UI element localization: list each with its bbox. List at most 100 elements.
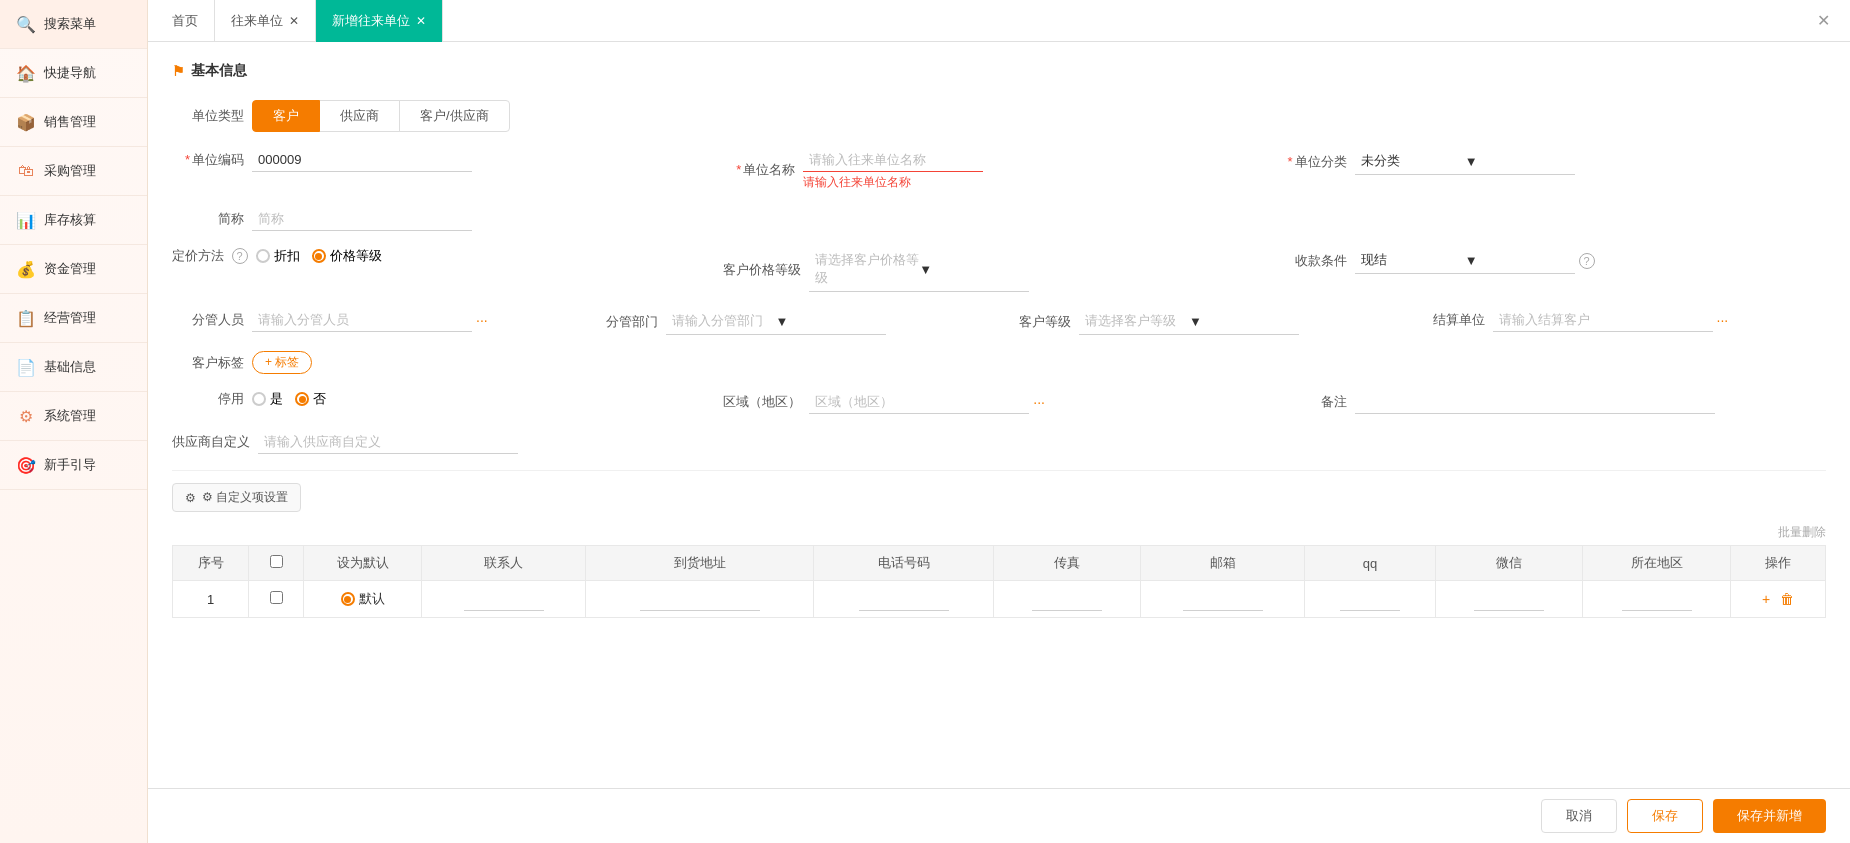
cell-address[interactable] [585,581,813,618]
settlement-unit-input[interactable] [1493,308,1713,332]
customer-level-select[interactable]: 请选择客户等级 ▼ [1079,308,1299,335]
sidebar-item-search[interactable]: 🔍 搜索菜单 [0,0,147,49]
disabled-radio-group: 是 否 [252,390,326,408]
cell-qq[interactable] [1304,581,1435,618]
chevron-down-icon2: ▼ [919,262,1023,277]
cancel-button[interactable]: 取消 [1541,799,1617,833]
cell-seq: 1 [173,581,249,618]
cell-contact[interactable] [422,581,586,618]
supplier-custom-input[interactable] [258,430,518,454]
default-radio[interactable]: 默认 [314,590,411,608]
window-close-button[interactable]: ✕ [1805,11,1842,30]
sidebar-item-sales[interactable]: 📦 销售管理 [0,98,147,147]
cell-phone[interactable] [814,581,994,618]
custom-settings-button[interactable]: ⚙ ⚙ 自定义项设置 [172,483,301,512]
unit-name-input[interactable] [803,148,983,172]
short-name-label: 简称 [172,210,252,228]
email-input[interactable] [1183,587,1263,611]
batch-delete-area: 批量删除 [172,524,1826,541]
default-label: 默认 [359,590,385,608]
sidebar-item-purchase[interactable]: 🛍 采购管理 [0,147,147,196]
tab-partners-label: 往来单位 [231,12,283,30]
radio-no-label: 否 [313,390,326,408]
phone-input[interactable] [859,587,949,611]
tab-partners[interactable]: 往来单位 ✕ [215,0,316,42]
manager-ellipsis-btn[interactable]: ··· [472,312,492,328]
unit-code-input[interactable] [252,148,472,172]
radio-yes[interactable]: 是 [252,390,283,408]
system-icon: ⚙ [16,406,36,426]
supplier-custom-label: 供应商自定义 [172,433,258,451]
contact-input[interactable] [464,587,544,611]
supplier-custom-field: 供应商自定义 [172,430,1826,454]
radio-no[interactable]: 否 [295,390,326,408]
region-input[interactable] [1622,587,1692,611]
tab-new-partner[interactable]: 新增往来单位 ✕ [316,0,443,42]
sidebar-item-label: 库存核算 [44,211,96,229]
select-all-checkbox[interactable] [270,555,283,568]
tab-partners-close[interactable]: ✕ [289,14,299,28]
col-default: 设为默认 [304,546,422,581]
chevron-down-icon: ▼ [1465,154,1569,169]
area-input[interactable] [809,390,1029,414]
remarks-field: 备注 [1275,390,1826,414]
sidebar-item-finance[interactable]: 💰 资金管理 [0,245,147,294]
area-ellipsis-btn[interactable]: ··· [1029,394,1049,410]
payment-terms-select[interactable]: 现结 ▼ [1355,247,1575,274]
remarks-input[interactable] [1355,390,1715,414]
sidebar-item-operations[interactable]: 📋 经营管理 [0,294,147,343]
settlement-unit-field: 结算单位 ··· [1413,308,1827,332]
manager-input[interactable] [252,308,472,332]
col-qq: qq [1304,546,1435,581]
settlement-ellipsis-btn[interactable]: ··· [1713,312,1733,328]
tab-new-partner-close[interactable]: ✕ [416,14,426,28]
pricing-method-field: 定价方法 ? 折扣 价格等级 [172,247,723,265]
type-btn-customer[interactable]: 客户 [252,100,320,132]
pricing-help-icon[interactable]: ? [232,248,248,264]
sidebar-item-label: 新手引导 [44,456,96,474]
unit-code-label: *单位编码 [172,151,252,169]
unit-type-label: 单位类型 [172,107,252,125]
unit-category-select[interactable]: 未分类 ▼ [1355,148,1575,175]
default-radio-circle [341,592,355,606]
type-btn-both[interactable]: 客户/供应商 [399,100,510,132]
fax-input[interactable] [1032,587,1102,611]
sidebar-item-label: 经营管理 [44,309,96,327]
delete-row-btn[interactable]: 🗑 [1777,591,1797,607]
wechat-input[interactable] [1474,587,1544,611]
cell-fax[interactable] [993,581,1140,618]
tab-home[interactable]: 首页 [156,0,215,42]
department-label: 分管部门 [586,313,666,331]
payment-help-icon[interactable]: ? [1579,253,1595,269]
inventory-icon: 📊 [16,210,36,230]
type-btn-supplier[interactable]: 供应商 [319,100,400,132]
save-and-new-button[interactable]: 保存并新增 [1713,799,1826,833]
sidebar-item-basics[interactable]: 📄 基础信息 [0,343,147,392]
customer-price-level-select[interactable]: 请选择客户价格等级 ▼ [809,247,1029,292]
department-select[interactable]: 请输入分管部门 ▼ [666,308,886,335]
sidebar-item-quick-nav[interactable]: 🏠 快捷导航 [0,49,147,98]
save-button[interactable]: 保存 [1627,799,1703,833]
address-input[interactable] [640,587,760,611]
add-tag-button[interactable]: + 标签 [252,351,312,374]
tab-bar: 首页 往来单位 ✕ 新增往来单位 ✕ ✕ [148,0,1850,42]
add-row-btn[interactable]: + [1759,591,1773,607]
row-pricing: 定价方法 ? 折扣 价格等级 客户价格等级 [172,247,1826,292]
payment-terms-field: 收款条件 现结 ▼ ? [1275,247,1826,274]
gear-icon: ⚙ [185,491,196,505]
sidebar-item-inventory[interactable]: 📊 库存核算 [0,196,147,245]
sidebar-item-system[interactable]: ⚙ 系统管理 [0,392,147,441]
radio-no-circle [295,392,309,406]
sidebar-item-label: 系统管理 [44,407,96,425]
sidebar-item-guide[interactable]: 🎯 新手引导 [0,441,147,490]
cell-actions: + 🗑 [1730,581,1825,618]
row-checkbox[interactable] [270,591,283,604]
cell-wechat[interactable] [1435,581,1582,618]
remarks-label: 备注 [1275,393,1355,411]
cell-region[interactable] [1583,581,1730,618]
cell-email[interactable] [1141,581,1305,618]
qq-input[interactable] [1340,587,1400,611]
radio-discount[interactable]: 折扣 [256,247,300,265]
radio-price-level[interactable]: 价格等级 [312,247,382,265]
short-name-input[interactable] [252,207,472,231]
